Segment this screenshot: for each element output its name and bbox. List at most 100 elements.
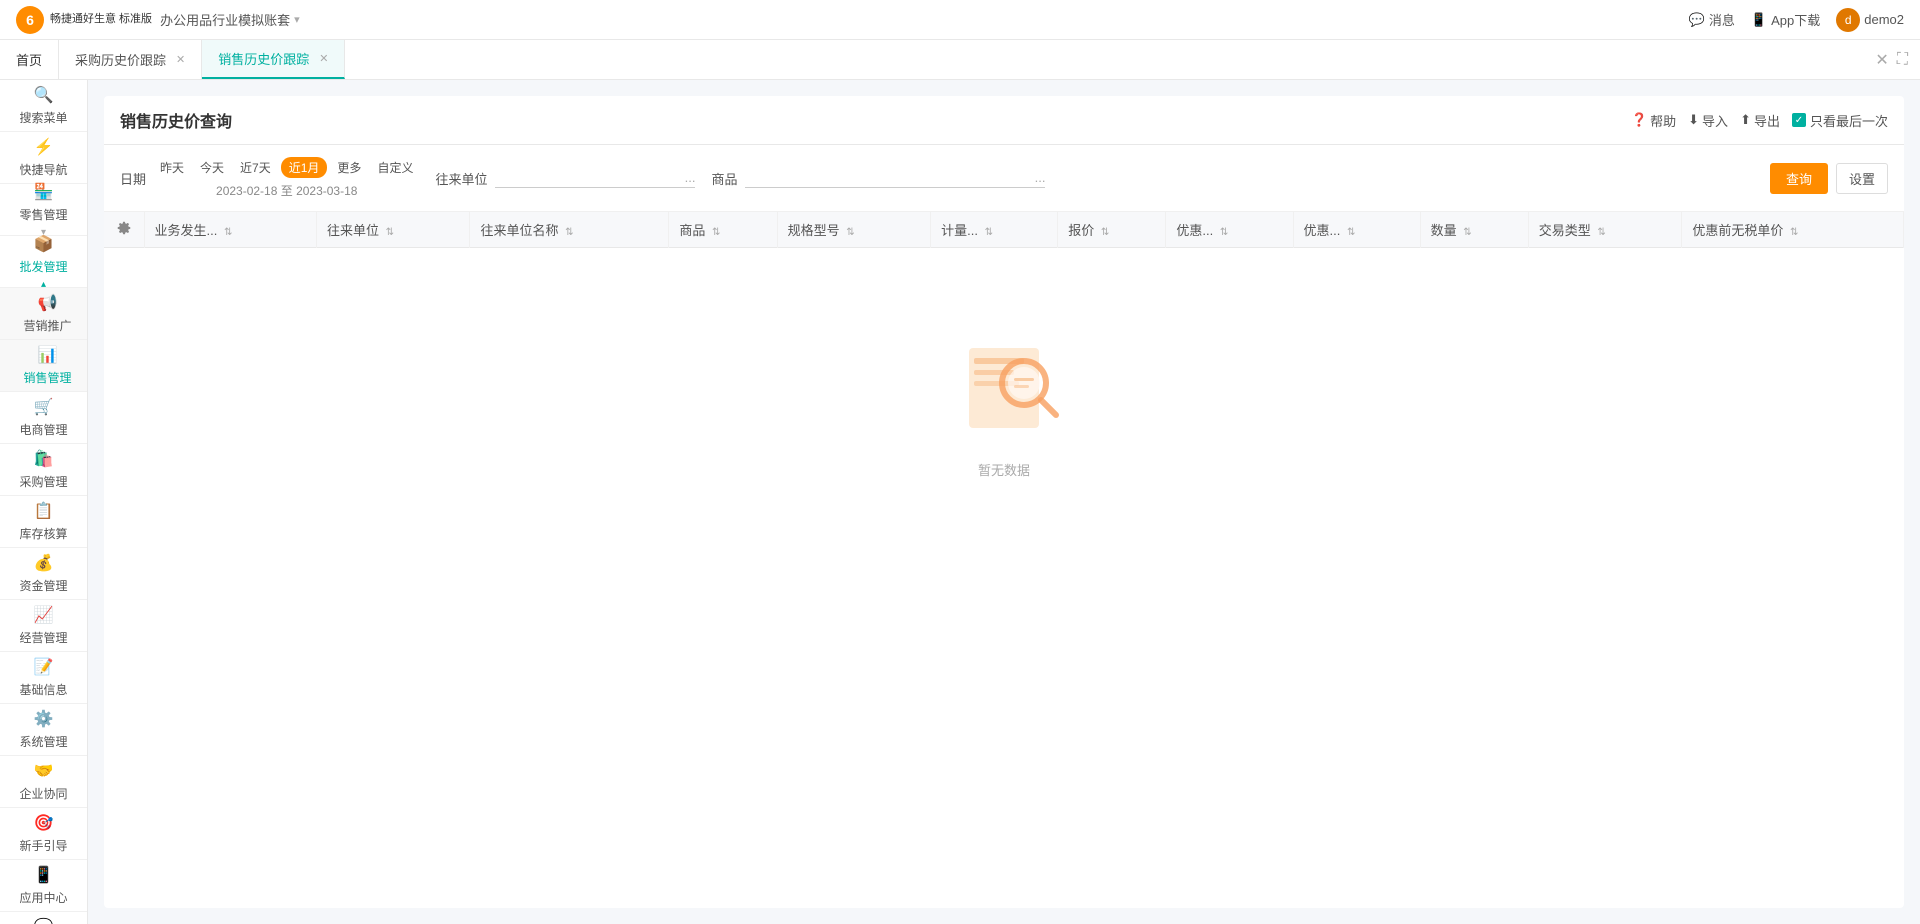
empty-state-illustration [944, 328, 1064, 448]
date-btn-last7[interactable]: 近7天 [234, 157, 277, 178]
col-discount1-label: 优惠... [1176, 223, 1213, 238]
sidebar-item-purchase[interactable]: 🛍️ 采购管理 [0, 444, 87, 496]
finance-icon: 💰 [34, 553, 54, 573]
sidebar-item-finance[interactable]: 💰 资金管理 [0, 548, 87, 600]
workspace-title: 办公用品行业模拟账套 [160, 10, 290, 29]
fullscreen-icon[interactable]: ⛶ [1897, 51, 1908, 69]
tab-home[interactable]: 首页 [0, 40, 59, 79]
col-unit[interactable]: 计量... ⇅ [931, 212, 1058, 248]
product-dots-icon[interactable]: ... [1035, 170, 1046, 185]
col-trade-type-sort-icon: ⇅ [1597, 227, 1605, 238]
counterparty-dots-icon[interactable]: ... [685, 170, 696, 185]
sidebar-item-enterprise-collab[interactable]: 🤝 企业协同 [0, 756, 87, 808]
sidebar-item-app-center[interactable]: 📱 应用中心 [0, 860, 87, 912]
app-download-action[interactable]: 📱 App下载 [1751, 10, 1820, 29]
col-unit-label: 计量... [941, 223, 978, 238]
sidebar-item-search-menu[interactable]: 🔍 搜索菜单 [0, 80, 87, 132]
export-action[interactable]: ⬆ 导出 [1740, 111, 1780, 130]
date-btn-custom[interactable]: 自定义 [371, 157, 419, 178]
sidebar-label-quick-nav: 快捷导航 [19, 161, 67, 178]
sidebar-item-inventory[interactable]: 📋 库存核算 [0, 496, 87, 548]
col-discount1[interactable]: 优惠... ⇅ [1166, 212, 1293, 248]
product-input-wrap[interactable]: ... [745, 168, 1045, 188]
sidebar-item-sales-mgmt[interactable]: 📊 销售管理 [0, 340, 87, 392]
tab-bar-actions: ✕ ⛶ [1875, 40, 1920, 79]
app-logo-text: 畅捷通好生意 标准版 [50, 12, 152, 26]
col-biz-date[interactable]: 业务发生... ⇅ [144, 212, 316, 248]
date-btn-yesterday[interactable]: 昨天 [154, 157, 190, 178]
sidebar-item-enterprise-wechat[interactable]: 💬 企业微信 [0, 912, 87, 924]
col-product-label: 商品 [679, 223, 705, 238]
col-biz-date-label: 业务发生... [155, 223, 218, 238]
date-btn-today[interactable]: 今天 [194, 157, 230, 178]
help-icon: ❓ [1631, 112, 1647, 128]
col-counterparty-code[interactable]: 往来单位 ⇅ [316, 212, 470, 248]
sidebar-item-new-guide[interactable]: 🎯 新手引导 [0, 808, 87, 860]
close-all-tabs-icon[interactable]: ✕ [1875, 50, 1888, 70]
col-counterparty-name-sort-icon: ⇅ [565, 227, 573, 238]
date-filter-group: 日期 昨天 今天 近7天 近1月 更多 自定义 2023-02-18 至 202… [120, 157, 419, 199]
col-spec-label: 规格型号 [788, 223, 840, 238]
sidebar: 🔍 搜索菜单 ⚡ 快捷导航 🏪 零售管理 ▾ 📦 批发管理 ▴ 📢 营销推广 📊… [0, 80, 88, 924]
col-quote[interactable]: 报价 ⇅ [1058, 212, 1166, 248]
sidebar-item-wholesale[interactable]: 📦 批发管理 ▴ [0, 236, 87, 288]
quick-nav-icon: ⚡ [34, 137, 54, 157]
import-action[interactable]: ⬇ 导入 [1688, 111, 1728, 130]
page-wrapper: 销售历史价查询 ❓ 帮助 ⬇ 导入 ⬆ 导出 ✓ [104, 96, 1904, 908]
date-btn-last1month[interactable]: 近1月 [281, 157, 328, 178]
col-counterparty-name[interactable]: 往来单位名称 ⇅ [470, 212, 669, 248]
col-trade-type-label: 交易类型 [1539, 223, 1591, 238]
sidebar-label-marketing: 营销推广 [23, 317, 71, 334]
header-left: 6 畅捷通好生意 标准版 办公用品行业模拟账套 ▾ [16, 6, 300, 34]
col-pre-tax-price[interactable]: 优惠前无税单价 ⇅ [1682, 212, 1904, 248]
tab-purchase-history[interactable]: 采购历史价跟踪 ✕ [59, 40, 202, 79]
workspace-selector[interactable]: 办公用品行业模拟账套 ▾ [160, 10, 300, 29]
col-counterparty-name-label: 往来单位名称 [480, 223, 558, 238]
sidebar-label-ecommerce: 电商管理 [19, 421, 67, 438]
sidebar-item-operations[interactable]: 📈 经营管理 [0, 600, 87, 652]
col-qty[interactable]: 数量 ⇅ [1420, 212, 1528, 248]
checkbox-checked-icon: ✓ [1792, 113, 1806, 127]
col-trade-type[interactable]: 交易类型 ⇅ [1528, 212, 1682, 248]
sidebar-label-app-center: 应用中心 [19, 889, 67, 906]
col-qty-sort-icon: ⇅ [1463, 227, 1471, 238]
col-spec[interactable]: 规格型号 ⇅ [777, 212, 931, 248]
only-last-checkbox[interactable]: ✓ 只看最后一次 [1792, 111, 1888, 130]
tab-purchase-history-close-icon[interactable]: ✕ [176, 53, 185, 66]
sidebar-label-purchase: 采购管理 [19, 473, 67, 490]
help-action[interactable]: ❓ 帮助 [1631, 111, 1676, 130]
col-product[interactable]: 商品 ⇅ [669, 212, 777, 248]
sidebar-label-sales-mgmt: 销售管理 [23, 369, 71, 386]
col-quote-sort-icon: ⇅ [1101, 227, 1109, 238]
main-layout: 🔍 搜索菜单 ⚡ 快捷导航 🏪 零售管理 ▾ 📦 批发管理 ▴ 📢 营销推广 📊… [0, 80, 1920, 924]
tab-sales-history[interactable]: 销售历史价跟踪 ✕ [202, 40, 345, 79]
search-menu-icon: 🔍 [34, 85, 54, 105]
page-header: 销售历史价查询 ❓ 帮助 ⬇ 导入 ⬆ 导出 ✓ [104, 96, 1904, 145]
col-settings[interactable] [104, 212, 144, 248]
sidebar-item-retail[interactable]: 🏪 零售管理 ▾ [0, 184, 87, 236]
only-last-label: 只看最后一次 [1810, 111, 1888, 130]
col-product-sort-icon: ⇅ [712, 227, 720, 238]
col-qty-label: 数量 [1431, 223, 1457, 238]
settings-button[interactable]: 设置 [1836, 163, 1888, 194]
top-header: 6 畅捷通好生意 标准版 办公用品行业模拟账套 ▾ 💬 消息 📱 App下载 d… [0, 0, 1920, 40]
search-button[interactable]: 查询 [1770, 163, 1828, 194]
retail-icon: 🏪 [34, 182, 54, 202]
counterparty-input-wrap[interactable]: ... [495, 168, 695, 188]
page-header-actions: ❓ 帮助 ⬇ 导入 ⬆ 导出 ✓ 只看最后一次 [1631, 111, 1888, 130]
sidebar-item-ecommerce[interactable]: 🛒 电商管理 [0, 392, 87, 444]
logo-area: 6 畅捷通好生意 标准版 [16, 6, 152, 34]
col-quote-label: 报价 [1068, 223, 1094, 238]
date-btn-more[interactable]: 更多 [331, 157, 367, 178]
sidebar-item-quick-nav[interactable]: ⚡ 快捷导航 [0, 132, 87, 184]
col-discount2[interactable]: 优惠... ⇅ [1293, 212, 1420, 248]
message-icon: 💬 [1689, 12, 1705, 28]
tab-sales-history-close-icon[interactable]: ✕ [319, 52, 328, 65]
sidebar-item-system[interactable]: ⚙️ 系统管理 [0, 704, 87, 756]
filter-area: 日期 昨天 今天 近7天 近1月 更多 自定义 2023-02-18 至 202… [104, 145, 1904, 212]
sidebar-item-basic-info[interactable]: 📝 基础信息 [0, 652, 87, 704]
message-action[interactable]: 💬 消息 [1689, 10, 1735, 29]
sidebar-item-marketing[interactable]: 📢 营销推广 [0, 288, 87, 340]
empty-state-text: 暂无数据 [978, 460, 1030, 479]
user-action[interactable]: d demo2 [1836, 8, 1904, 32]
